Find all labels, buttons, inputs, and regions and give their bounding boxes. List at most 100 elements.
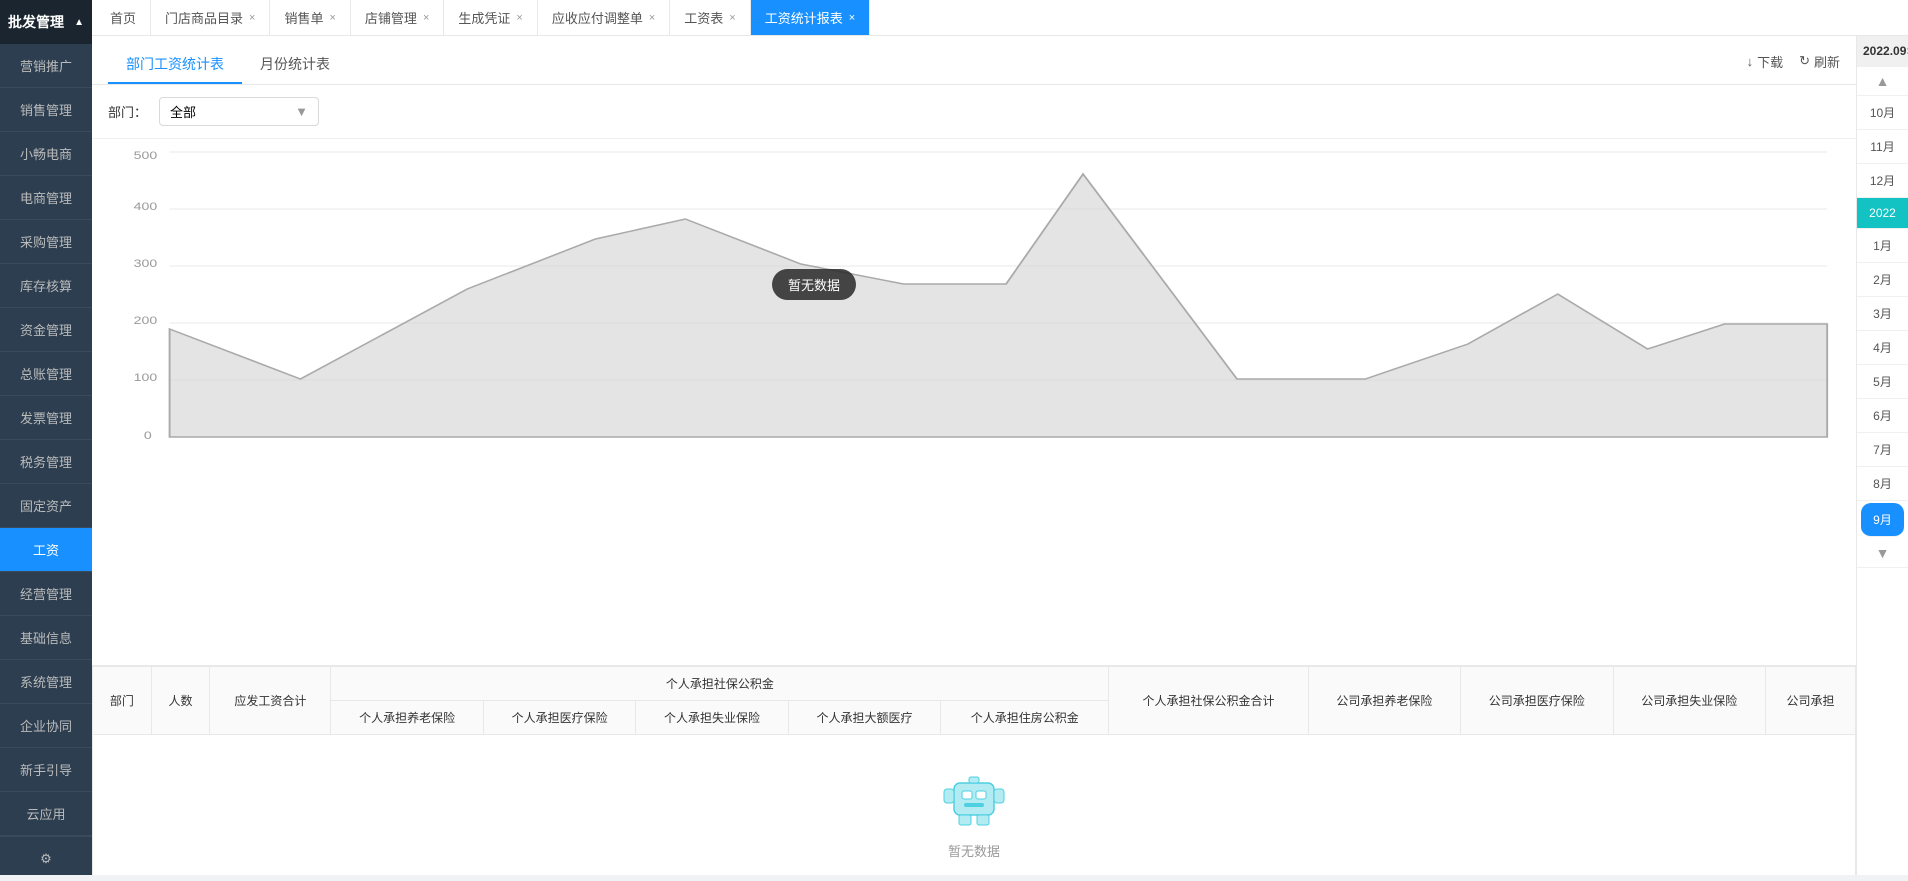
refresh-button[interactable]: ↻ 刷新 (1799, 52, 1840, 71)
col-dept: 部门 (93, 667, 152, 735)
col-personal-total: 个人承担社保公积金合计 (1109, 667, 1308, 735)
chart-area: 0 100 200 300 400 500 (92, 139, 1856, 665)
sidebar: 批发管理 ▲ 营销推广销售管理小畅电商电商管理采购管理库存核算资金管理总账管理发… (0, 0, 92, 875)
tab-close-icon[interactable]: × (649, 12, 655, 24)
tab-close-icon[interactable]: × (329, 12, 335, 24)
svg-text:500: 500 (134, 149, 158, 161)
inner-tab-月份统计表[interactable]: 月份统计表 (242, 46, 348, 84)
date-month-item[interactable]: 5月 (1857, 365, 1908, 399)
tab-close-icon[interactable]: × (849, 12, 855, 24)
sidebar-settings[interactable]: ⚙ (0, 836, 92, 881)
dept-label: 部门： (108, 102, 147, 121)
date-month-item[interactable]: 2月 (1857, 263, 1908, 297)
tab-应收应付调整单[interactable]: 应收应付调整单 × (538, 0, 670, 36)
sidebar-item-库存核算[interactable]: 库存核算 (0, 264, 92, 308)
sidebar-item-发票管理[interactable]: 发票管理 (0, 396, 92, 440)
empty-row: 暂无数据 (93, 735, 1856, 876)
col-company-medical: 公司承担医疗保险 (1461, 667, 1613, 735)
sidebar-item-固定资产[interactable]: 固定资产 (0, 484, 92, 528)
sidebar-item-小畅电商[interactable]: 小畅电商 (0, 132, 92, 176)
tab-门店商品目录[interactable]: 门店商品目录× (151, 0, 270, 36)
tab-label: 工资表 (684, 8, 723, 27)
chevron-down-icon: ▼ (295, 104, 308, 119)
empty-robot-icon (934, 763, 1014, 833)
sidebar-item-资金管理[interactable]: 资金管理 (0, 308, 92, 352)
sidebar-item-电商管理[interactable]: 电商管理 (0, 176, 92, 220)
tab-close-icon[interactable]: × (516, 12, 522, 24)
download-icon: ↓ (1747, 54, 1754, 69)
sidebar-item-总账管理[interactable]: 总账管理 (0, 352, 92, 396)
date-month-item[interactable]: 6月 (1857, 399, 1908, 433)
tab-label: 店铺管理 (365, 8, 417, 27)
col-personal-housing: 个人承担住房公积金 (941, 701, 1109, 735)
tab-销售单[interactable]: 销售单 × (270, 0, 350, 36)
date-month-item[interactable]: 1月 (1857, 229, 1908, 263)
date-month-item[interactable]: 12月 (1857, 164, 1908, 198)
sidebar-title: 批发管理 (8, 12, 64, 32)
col-personal-extra-medical: 个人承担大额医疗 (788, 701, 940, 735)
gear-icon: ⚙ (40, 851, 52, 866)
sidebar-item-新手引导[interactable]: 新手引导 (0, 748, 92, 792)
inner-tab-部门工资统计表[interactable]: 部门工资统计表 (108, 46, 242, 84)
sidebar-toggle-icon: ▲ (74, 17, 84, 28)
tab-label: 首页 (110, 8, 136, 27)
empty-state: 暂无数据 (103, 743, 1845, 875)
sidebar-item-销售管理[interactable]: 销售管理 (0, 88, 92, 132)
col-company-unemployment: 公司承担失业保险 (1613, 667, 1765, 735)
sidebar-top[interactable]: 批发管理 ▲ (0, 0, 92, 44)
tab-close-icon[interactable]: × (423, 12, 429, 24)
col-personal-medical: 个人承担医疗保险 (483, 701, 635, 735)
main-area: 首页门店商品目录×销售单×店铺管理×生成凭证×应收应付调整单×工资表×工资统计报… (92, 0, 1908, 875)
sidebar-item-采购管理[interactable]: 采购管理 (0, 220, 92, 264)
tab-店铺管理[interactable]: 店铺管理 × (351, 0, 444, 36)
svg-text:400: 400 (134, 200, 158, 212)
tab-label: 工资统计报表 (765, 8, 843, 27)
table-empty-label: 暂无数据 (948, 841, 1000, 860)
date-month-item[interactable]: 4月 (1857, 331, 1908, 365)
tab-label: 销售单 (284, 8, 323, 27)
tab-bar: 首页门店商品目录×销售单×店铺管理×生成凭证×应收应付调整单×工资表×工资统计报… (92, 0, 1908, 36)
dept-value: 全部 (170, 102, 196, 121)
download-button[interactable]: ↓ 下载 (1747, 52, 1784, 71)
tab-生成凭证[interactable]: 生成凭证× (444, 0, 537, 36)
svg-text:300: 300 (134, 257, 158, 269)
date-nav-down[interactable]: ▼ (1857, 539, 1908, 568)
date-month-item[interactable]: 7月 (1857, 433, 1908, 467)
date-month-item[interactable]: 8月 (1857, 467, 1908, 501)
table-section[interactable]: 部门 人数 应发工资合计 个人承担社保公积金 个人承担社保公积金合计 公司承担养… (92, 665, 1856, 875)
date-year-item[interactable]: 2022 (1857, 198, 1908, 229)
refresh-icon: ↻ (1799, 53, 1810, 69)
sidebar-item-云应用[interactable]: 云应用 (0, 792, 92, 836)
tab-close-icon[interactable]: × (729, 12, 735, 24)
sidebar-item-企业协同[interactable]: 企业协同 (0, 704, 92, 748)
data-table: 部门 人数 应发工资合计 个人承担社保公积金 个人承担社保公积金合计 公司承担养… (92, 666, 1856, 875)
dept-select[interactable]: 全部 ▼ (159, 97, 319, 126)
svg-text:200: 200 (134, 314, 158, 326)
sidebar-item-经营管理[interactable]: 经营管理 (0, 572, 92, 616)
sidebar-item-税务管理[interactable]: 税务管理 (0, 440, 92, 484)
main-panel: 部门工资统计表月份统计表 ↓ 下载 ↻ 刷新 部门： 全部 ▼ (92, 36, 1856, 875)
tab-label: 应收应付调整单 (552, 8, 643, 27)
date-panel: 2022.09 × ▲ 10月11月12月20221月2月3月4月5月6月7月8… (1856, 36, 1908, 875)
date-month-item[interactable]: 3月 (1857, 297, 1908, 331)
col-count: 人数 (151, 667, 210, 735)
date-active-month[interactable]: 9月 (1861, 503, 1904, 537)
tab-工资表[interactable]: 工资表 × (670, 0, 750, 36)
sidebar-item-工资[interactable]: 工资 (0, 528, 92, 572)
tab-首页[interactable]: 首页 (96, 0, 151, 36)
sidebar-item-基础信息[interactable]: 基础信息 (0, 616, 92, 660)
date-nav-up[interactable]: ▲ (1857, 67, 1908, 96)
content-area: 部门工资统计表月份统计表 ↓ 下载 ↻ 刷新 部门： 全部 ▼ (92, 36, 1908, 875)
date-month-item[interactable]: 10月 (1857, 96, 1908, 130)
inner-tabs-actions: ↓ 下载 ↻ 刷新 (1747, 52, 1840, 79)
tab-工资统计报表[interactable]: 工资统计报表 × (751, 0, 870, 36)
tab-close-icon[interactable]: × (249, 12, 255, 24)
col-personal-unemployment: 个人承担失业保险 (636, 701, 788, 735)
sidebar-item-系统管理[interactable]: 系统管理 (0, 660, 92, 704)
date-month-item[interactable]: 11月 (1857, 130, 1908, 164)
col-personal-social: 个人承担社保公积金 (331, 667, 1109, 701)
sidebar-item-营销推广[interactable]: 营销推广 (0, 44, 92, 88)
toolbar: 部门： 全部 ▼ (92, 85, 1856, 139)
col-personal-pension: 个人承担养老保险 (331, 701, 483, 735)
date-panel-year-label: 2022.09 × (1857, 36, 1908, 67)
